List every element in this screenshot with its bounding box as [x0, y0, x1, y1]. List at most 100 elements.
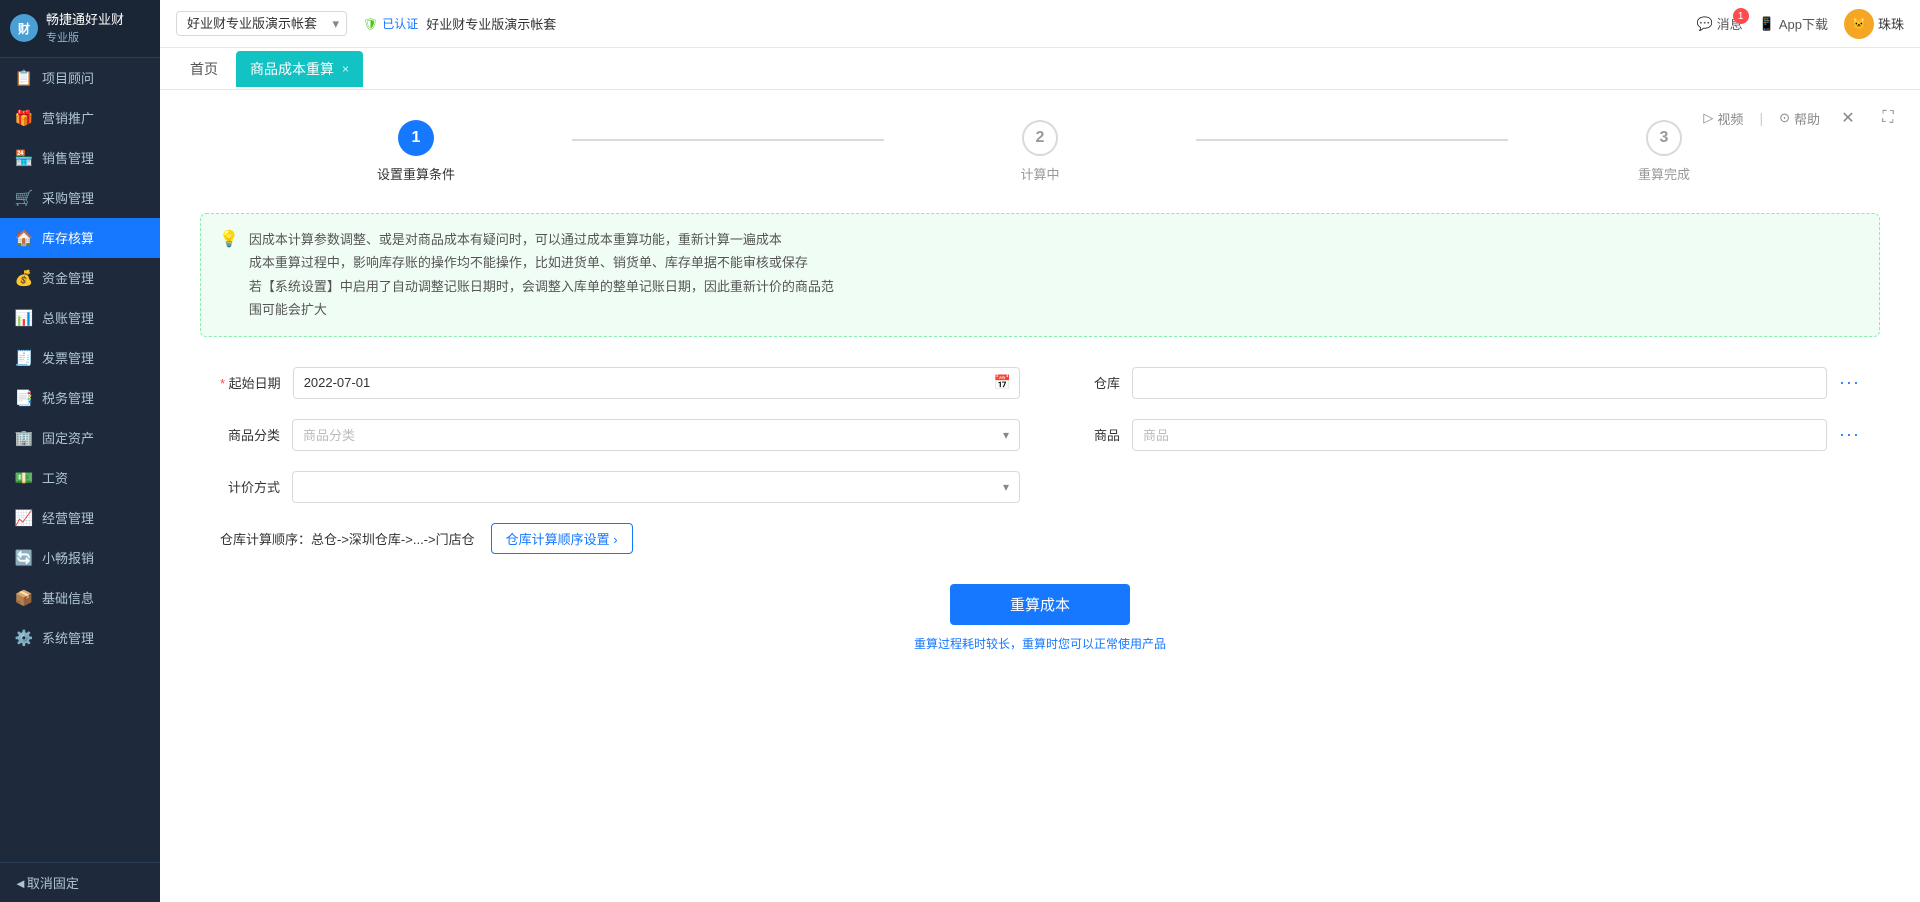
sidebar-item-label-expense: 小畅报销 [42, 548, 94, 567]
logo-text-block: 畅捷通好业财 专业版 [46, 12, 124, 45]
sidebar-item-label-accounting: 总账管理 [42, 308, 94, 327]
expense-icon: 🔄 [14, 548, 34, 568]
app-download-label: App下载 [1779, 14, 1828, 33]
category-row: 商品分类 商品分类 ▾ [220, 419, 1020, 451]
step-3-num: 3 [1660, 129, 1669, 147]
tab-recalc-close[interactable]: × [342, 62, 349, 76]
step-line-1 [572, 139, 884, 141]
sales-icon: 🏪 [14, 148, 34, 168]
info-text-block: 因成本计算参数调整、或是对商品成本有疑问时，可以通过成本重算功能，重新计算一遍成… [249, 228, 834, 322]
form-grid: 起始日期 📅 仓库 ··· 商品分类 商品分类 ▾ [200, 367, 1880, 503]
info-line-4: 围可能会扩大 [249, 298, 834, 321]
calendar-icon[interactable]: 📅 [986, 374, 1019, 391]
finance-icon: 💰 [14, 268, 34, 288]
category-placeholder: 商品分类 [303, 425, 1003, 444]
sidebar-item-basic[interactable]: 📦基础信息 [0, 578, 160, 618]
inventory-icon: 🏠 [14, 228, 34, 248]
goods-row: 商品 商品 ··· [1060, 419, 1860, 451]
project-icon: 📋 [14, 68, 34, 88]
sidebar-item-label-sales: 销售管理 [42, 148, 94, 167]
sidebar-item-assets[interactable]: 🏢 固定资产 [0, 418, 160, 458]
sidebar-item-purchase[interactable]: 🛒采购管理 [0, 178, 160, 218]
goods-select[interactable]: 商品 [1132, 419, 1827, 451]
system-icon: ⚙️ [14, 628, 34, 648]
user-area[interactable]: 🐱 珠珠 [1844, 9, 1904, 39]
step-line-2 [1196, 139, 1508, 141]
account-select-wrap[interactable]: 好业财专业版演示帐套 ▾ [176, 11, 347, 36]
step-2-num: 2 [1036, 129, 1045, 147]
header-actions: 💬 消息 1 📱 App下载 🐱 珠珠 [1696, 9, 1904, 39]
sidebar-item-system[interactable]: ⚙️ 系统管理 [0, 618, 160, 658]
warehouse-more-btn[interactable]: ··· [1839, 372, 1860, 393]
assets-icon: 🏢 [14, 428, 34, 448]
step-1-num: 1 [412, 129, 421, 147]
category-select[interactable]: 商品分类 ▾ [292, 419, 1020, 451]
start-date-input-wrap[interactable]: 📅 [293, 367, 1020, 399]
sidebar-item-label-project: 项目顾问 [42, 68, 94, 87]
start-date-row: 起始日期 📅 [220, 367, 1020, 399]
sidebar-item-tax[interactable]: 📑税务管理 [0, 378, 160, 418]
info-box: 💡 因成本计算参数调整、或是对商品成本有疑问时，可以通过成本重算功能，重新计算一… [200, 213, 1880, 337]
avatar: 🐱 [1844, 9, 1874, 39]
user-name: 珠珠 [1878, 14, 1904, 33]
verified-text: 已认证 [382, 15, 418, 32]
tab-home[interactable]: 首页 [176, 51, 232, 87]
marketing-icon: 🎁 [14, 108, 34, 128]
step-1-circle: 1 [398, 120, 434, 156]
sidebar-item-label-inventory: 库存核算 [42, 228, 94, 247]
goods-more-btn[interactable]: ··· [1839, 424, 1860, 445]
app-download-btn[interactable]: 📱 App下载 [1759, 14, 1828, 33]
sidebar-item-accounting[interactable]: 📊 总账管理 [0, 298, 160, 338]
sidebar-item-finance[interactable]: 💰资金管理 [0, 258, 160, 298]
sidebar-item-label-tax: 税务管理 [42, 388, 94, 407]
verified-badge: 🛡 已认证 [363, 15, 418, 32]
warehouse-order-btn[interactable]: 仓库计算顺序设置 › [491, 523, 633, 554]
pricing-row: 计价方式 ▾ [220, 471, 1020, 503]
sidebar-item-marketing[interactable]: 🎁营销推广 [0, 98, 160, 138]
accounting-icon: 📊 [14, 308, 34, 328]
sidebar-item-inventory[interactable]: 🏠 库存核算 [0, 218, 160, 258]
message-btn[interactable]: 💬 消息 1 [1696, 14, 1742, 33]
info-line-1: 因成本计算参数调整、或是对商品成本有疑问时，可以通过成本重算功能，重新计算一遍成… [249, 228, 834, 251]
sidebar-item-label-salary: 工资 [42, 468, 68, 487]
sidebar-cancel-pin[interactable]: ◄取消固定 [0, 862, 160, 902]
bulb-icon: 💡 [219, 229, 239, 249]
sidebar-item-project[interactable]: 📋 项目顾问 [0, 58, 160, 98]
recalc-note: 重算过程耗时较长，重算时您可以正常使用产品 [914, 635, 1166, 652]
sidebar: 财 畅捷通好业财 专业版 📋 项目顾问 🎁营销推广 🏪 销售管理 🛒采购管理 🏠 库存核算 💰资… [0, 0, 160, 902]
tab-recalc[interactable]: 商品成本重算 × [236, 51, 363, 87]
steps-container: 1 设置重算条件 2 计算中 3 重算完成 [200, 120, 1880, 183]
invoice-icon: 🧾 [14, 348, 34, 368]
step-3: 3 重算完成 [1508, 120, 1820, 183]
sidebar-item-operation[interactable]: 📈经营管理 [0, 498, 160, 538]
start-date-label: 起始日期 [220, 373, 281, 392]
sidebar-item-label-assets: 固定资产 [42, 428, 94, 447]
purchase-icon: 🛒 [14, 188, 34, 208]
sidebar-item-label-system: 系统管理 [42, 628, 94, 647]
pricing-label: 计价方式 [220, 477, 280, 496]
start-date-input[interactable] [294, 368, 986, 398]
warehouse-order-label: 仓库计算顺序：总仓->深圳仓库->...->门店仓 [220, 529, 475, 548]
salary-icon: 💵 [14, 468, 34, 488]
warehouse-label: 仓库 [1060, 373, 1120, 392]
header-account: 好业财专业版演示帐套 ▾ 🛡 已认证 好业财专业版演示帐套 [176, 11, 556, 36]
account-select[interactable]: 好业财专业版演示帐套 [176, 11, 347, 36]
tab-recalc-label: 商品成本重算 [250, 59, 334, 79]
warehouse-order-row: 仓库计算顺序：总仓->深圳仓库->...->门店仓 仓库计算顺序设置 › [200, 523, 1880, 554]
warehouse-order-btn-label: 仓库计算顺序设置 › [506, 529, 618, 548]
warehouse-select[interactable] [1132, 367, 1827, 399]
sidebar-item-invoice[interactable]: 🧾发票管理 [0, 338, 160, 378]
step-1: 1 设置重算条件 [260, 120, 572, 183]
empty-cell [1060, 471, 1860, 503]
shield-icon: 🛡 [363, 17, 378, 31]
recalc-btn[interactable]: 重算成本 [950, 584, 1130, 625]
sidebar-item-expense[interactable]: 🔄 小畅报销 [0, 538, 160, 578]
step-3-circle: 3 [1646, 120, 1682, 156]
warehouse-row: 仓库 ··· [1060, 367, 1860, 399]
sidebar-item-sales[interactable]: 🏪 销售管理 [0, 138, 160, 178]
recalc-section: 重算成本 重算过程耗时较长，重算时您可以正常使用产品 [200, 584, 1880, 652]
sidebar-nav: 📋 项目顾问 🎁营销推广 🏪 销售管理 🛒采购管理 🏠 库存核算 💰资金管理 📊 总账管理 🧾发票管理… [0, 58, 160, 862]
sidebar-item-salary[interactable]: 💵 工资 [0, 458, 160, 498]
pricing-select[interactable]: ▾ [292, 471, 1020, 503]
sidebar-logo: 财 畅捷通好业财 专业版 [0, 0, 160, 58]
